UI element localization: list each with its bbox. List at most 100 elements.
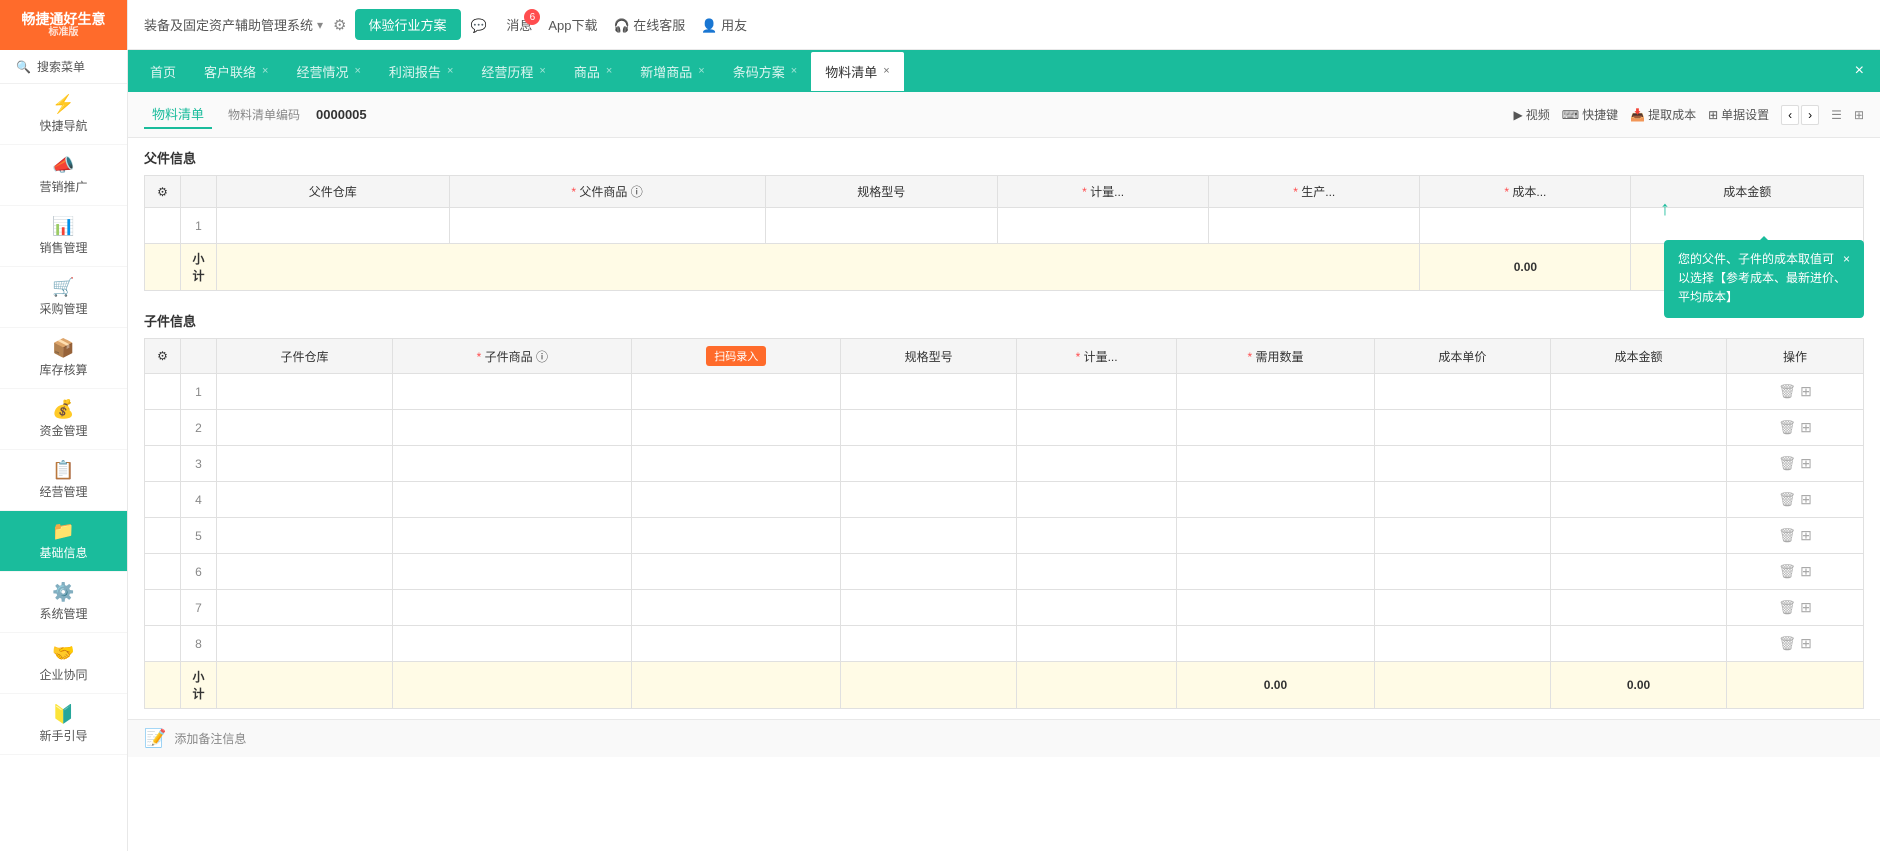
child-row-need-qty[interactable] — [1177, 554, 1375, 590]
child-row-need-qty[interactable] — [1177, 374, 1375, 410]
tab-barcode-close[interactable]: × — [791, 65, 797, 77]
child-row-unit[interactable] — [1017, 554, 1177, 590]
child-row-unit-cost[interactable] — [1374, 590, 1550, 626]
sub-tab-bom[interactable]: 物料清单 — [144, 100, 212, 129]
child-row-need-qty[interactable] — [1177, 446, 1375, 482]
sidebar-item-marketing[interactable]: 📣 营销推广 — [0, 145, 127, 206]
delete-row-icon[interactable]: 🗑 — [1778, 455, 1796, 472]
child-row-product[interactable] — [393, 374, 632, 410]
tab-barcode[interactable]: 条码方案 × — [719, 52, 811, 91]
tab-add-product[interactable]: 新增商品 × — [626, 52, 718, 91]
copy-row-icon[interactable]: ⊞ — [1800, 383, 1812, 400]
gear-icon[interactable]: ⚙ — [333, 16, 346, 34]
sidebar-item-finance[interactable]: 💰 资金管理 — [0, 389, 127, 450]
copy-row-icon[interactable]: ⊞ — [1800, 491, 1812, 508]
parent-row-warehouse[interactable] — [217, 208, 450, 244]
child-row-unit-cost[interactable] — [1374, 410, 1550, 446]
copy-row-icon[interactable]: ⊞ — [1800, 527, 1812, 544]
child-row-unit-cost[interactable] — [1374, 374, 1550, 410]
copy-row-icon[interactable]: ⊞ — [1800, 599, 1812, 616]
child-row-product[interactable] — [393, 590, 632, 626]
child-row-unit[interactable] — [1017, 518, 1177, 554]
tab-operation-status[interactable]: 经营情况 × — [282, 52, 374, 91]
parent-col-settings[interactable]: ⚙ — [145, 176, 181, 208]
app-download-button[interactable]: App下载 — [548, 15, 597, 34]
view-video-button[interactable]: ▶ 视频 — [1514, 106, 1550, 123]
delete-row-icon[interactable]: 🗑 — [1778, 527, 1796, 544]
child-row-warehouse[interactable] — [217, 518, 393, 554]
sidebar-item-enterprise[interactable]: 🤝 企业协同 — [0, 633, 127, 694]
tab-home[interactable]: 首页 — [136, 52, 190, 91]
child-row-warehouse[interactable] — [217, 554, 393, 590]
child-row-unit-cost[interactable] — [1374, 518, 1550, 554]
child-row-product[interactable] — [393, 482, 632, 518]
child-row-unit[interactable] — [1017, 482, 1177, 518]
child-row-product[interactable] — [393, 518, 632, 554]
child-row-spec[interactable] — [841, 482, 1017, 518]
tab-bom-close[interactable]: × — [883, 65, 889, 77]
nav-close-all[interactable]: × — [1847, 58, 1872, 84]
child-row-unit[interactable] — [1017, 374, 1177, 410]
message-button[interactable]: 💬 6 消息 — [471, 15, 533, 34]
sidebar-item-guide[interactable]: 🔰 新手引导 — [0, 694, 127, 755]
child-row-unit[interactable] — [1017, 446, 1177, 482]
tab-op-history-close[interactable]: × — [539, 65, 545, 77]
sidebar-item-purchase[interactable]: 🛒 采购管理 — [0, 267, 127, 328]
child-row-need-qty[interactable] — [1177, 482, 1375, 518]
parent-row-produce[interactable] — [1209, 208, 1420, 244]
copy-row-icon[interactable]: ⊞ — [1800, 563, 1812, 580]
tab-profit[interactable]: 利润报告 × — [375, 52, 467, 91]
user-avatar[interactable]: 👤 用友 — [701, 15, 747, 34]
child-row-warehouse[interactable] — [217, 374, 393, 410]
child-row-spec[interactable] — [841, 410, 1017, 446]
parent-row-spec[interactable] — [765, 208, 998, 244]
child-row-unit-cost[interactable] — [1374, 482, 1550, 518]
child-row-spec[interactable] — [841, 590, 1017, 626]
tab-bom[interactable]: 物料清单 × — [811, 52, 903, 91]
child-row-warehouse[interactable] — [217, 410, 393, 446]
scan-input-button[interactable]: 扫码录入 — [706, 346, 766, 366]
child-row-product[interactable] — [393, 554, 632, 590]
copy-row-icon[interactable]: ⊞ — [1800, 419, 1812, 436]
tooltip-close-button[interactable]: × — [1843, 250, 1850, 269]
tab-add-product-close[interactable]: × — [698, 65, 704, 77]
child-row-warehouse[interactable] — [217, 482, 393, 518]
sidebar-item-system[interactable]: ⚙️ 系统管理 — [0, 572, 127, 633]
next-record-button[interactable]: › — [1801, 105, 1819, 125]
child-row-need-qty[interactable] — [1177, 626, 1375, 662]
sidebar-search[interactable]: 🔍 搜索菜单 — [0, 50, 127, 84]
child-row-product[interactable] — [393, 410, 632, 446]
child-row-product[interactable] — [393, 626, 632, 662]
tab-op-history[interactable]: 经营历程 × — [467, 52, 559, 91]
child-row-unit-cost[interactable] — [1374, 554, 1550, 590]
child-row-warehouse[interactable] — [217, 626, 393, 662]
delete-row-icon[interactable]: 🗑 — [1778, 491, 1796, 508]
tab-product-close[interactable]: × — [606, 65, 612, 77]
bottom-hint[interactable]: 添加备注信息 — [174, 730, 246, 747]
parent-row-product[interactable] — [449, 208, 765, 244]
delete-row-icon[interactable]: 🗑 — [1778, 419, 1796, 436]
list-view-icon[interactable]: ⊞ — [1854, 108, 1864, 122]
tab-product[interactable]: 商品 × — [560, 52, 626, 91]
tab-customer-close[interactable]: × — [262, 65, 268, 77]
cost-button[interactable]: 📥 提取成本 — [1630, 106, 1696, 123]
child-row-unit-cost[interactable] — [1374, 446, 1550, 482]
tab-op-close[interactable]: × — [354, 65, 360, 77]
child-row-spec[interactable] — [841, 554, 1017, 590]
child-col-scan[interactable]: 扫码录入 — [632, 339, 841, 374]
delete-row-icon[interactable]: 🗑 — [1778, 563, 1796, 580]
child-row-warehouse[interactable] — [217, 446, 393, 482]
sidebar-item-inventory[interactable]: 📦 库存核算 — [0, 328, 127, 389]
shortcut-button[interactable]: ⌨ 快捷键 — [1562, 106, 1618, 123]
prev-record-button[interactable]: ‹ — [1781, 105, 1799, 125]
copy-row-icon[interactable]: ⊞ — [1800, 635, 1812, 652]
child-row-unit[interactable] — [1017, 590, 1177, 626]
delete-row-icon[interactable]: 🗑 — [1778, 383, 1796, 400]
child-row-spec[interactable] — [841, 626, 1017, 662]
child-row-spec[interactable] — [841, 374, 1017, 410]
child-row-need-qty[interactable] — [1177, 590, 1375, 626]
tab-profit-close[interactable]: × — [447, 65, 453, 77]
sidebar-item-quick-nav[interactable]: ⚡ 快捷导航 — [0, 84, 127, 145]
child-row-spec[interactable] — [841, 446, 1017, 482]
child-row-unit[interactable] — [1017, 410, 1177, 446]
